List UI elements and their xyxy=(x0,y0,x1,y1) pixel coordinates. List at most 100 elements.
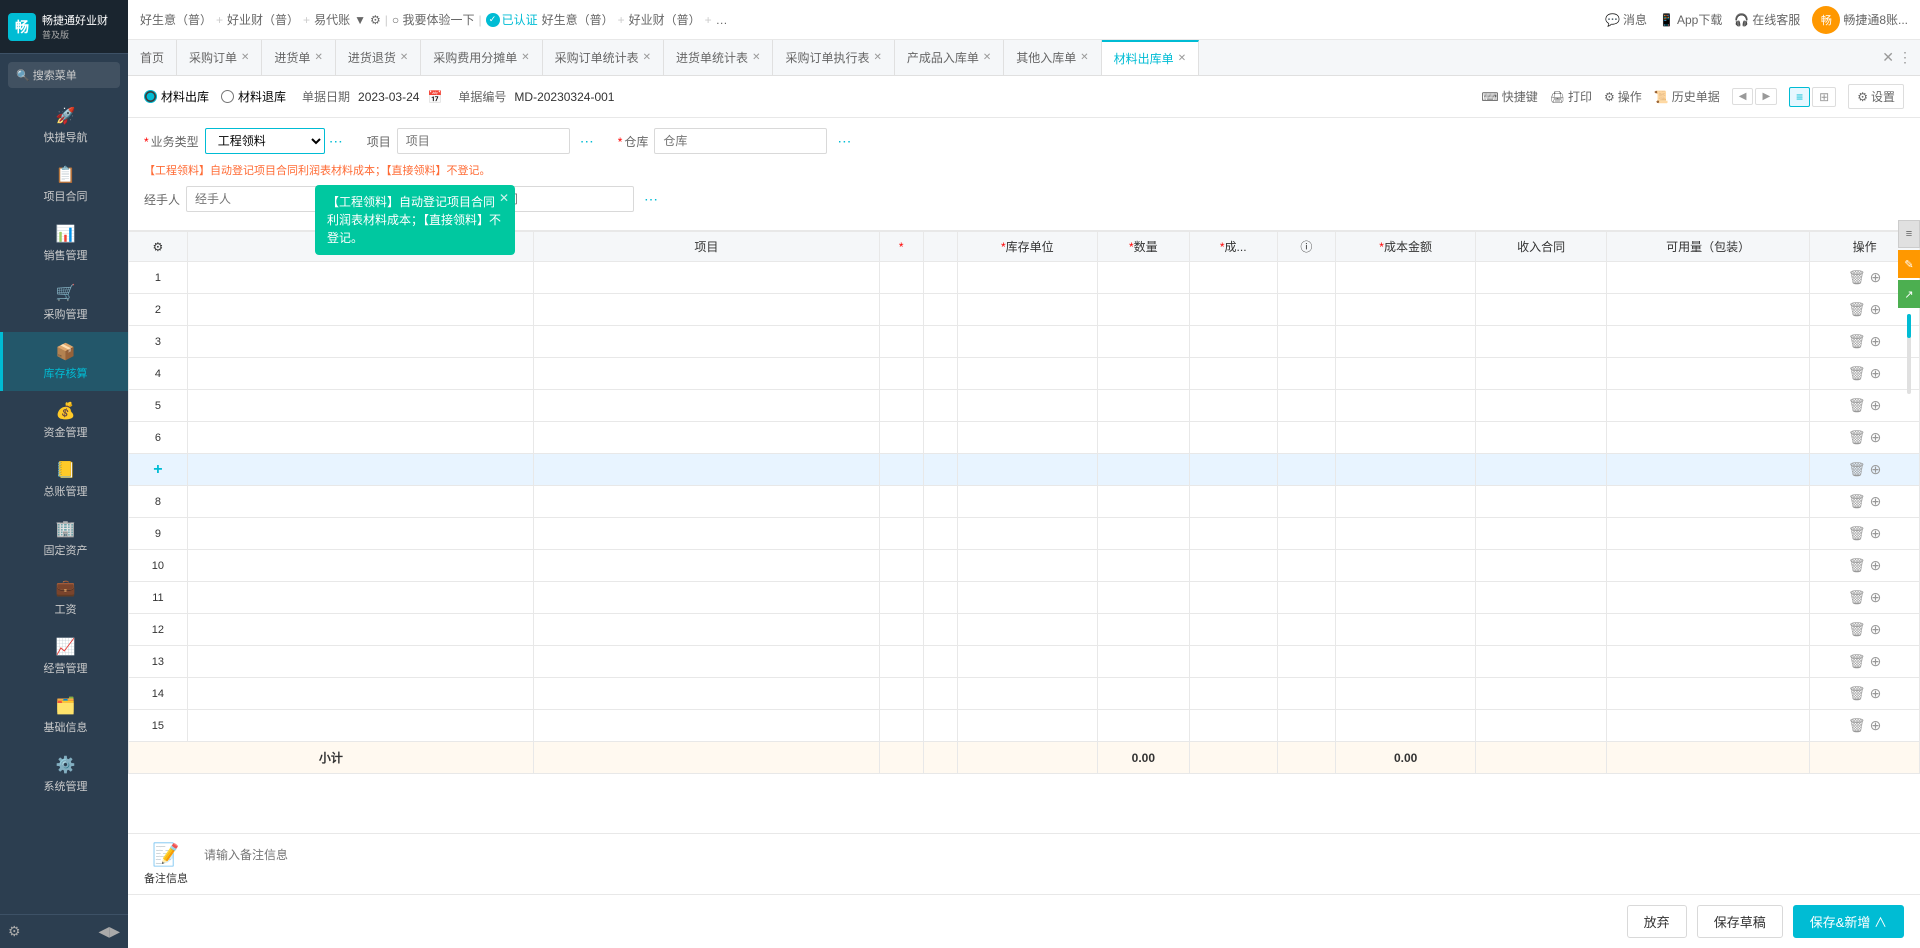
cell-item-code[interactable] xyxy=(879,422,923,454)
next-button[interactable]: ▶ xyxy=(1755,88,1777,105)
cell-quantity[interactable] xyxy=(1097,422,1189,454)
delete-icon[interactable]: 🗑 xyxy=(1848,333,1866,349)
cell-cost-amount[interactable] xyxy=(1336,518,1476,550)
cell-no[interactable] xyxy=(187,390,533,422)
topbar-settings-icon[interactable]: ⚙ xyxy=(370,13,381,27)
delete-icon[interactable]: 🗑 xyxy=(1848,589,1866,605)
cell-spec[interactable] xyxy=(923,262,957,294)
cell-spec[interactable] xyxy=(923,646,957,678)
cell-quantity[interactable] xyxy=(1097,326,1189,358)
copy-icon[interactable]: ⊕ xyxy=(1870,717,1882,733)
collapse-button[interactable]: ◀▶ xyxy=(98,923,120,940)
cell-project[interactable] xyxy=(533,358,879,390)
page-settings-button[interactable]: ⚙ 设置 xyxy=(1848,84,1904,109)
delete-icon[interactable]: 🗑 xyxy=(1848,621,1866,637)
copy-icon[interactable]: ⊕ xyxy=(1870,365,1882,381)
cell-cost-price[interactable] xyxy=(1189,710,1277,742)
cell-cost-amount[interactable] xyxy=(1336,646,1476,678)
delete-icon[interactable]: 🗑 xyxy=(1848,525,1866,541)
right-panel-btn2[interactable]: ✎ xyxy=(1898,250,1920,278)
copy-icon[interactable]: ⊕ xyxy=(1870,333,1882,349)
cell-unit[interactable] xyxy=(957,678,1097,710)
cell-cost-price[interactable] xyxy=(1189,486,1277,518)
sidebar-item-payroll[interactable]: 💼 工资 xyxy=(0,568,128,627)
cell-cost-amount[interactable] xyxy=(1336,678,1476,710)
message-button[interactable]: 💬 消息 xyxy=(1605,11,1647,28)
cell-quantity[interactable] xyxy=(1097,486,1189,518)
cell-project[interactable] xyxy=(533,390,879,422)
cell-income-contract[interactable] xyxy=(1476,710,1607,742)
cell-no[interactable] xyxy=(187,262,533,294)
search-menu-button[interactable]: 🔍 搜索菜单 xyxy=(8,62,120,88)
cell-spec[interactable] xyxy=(923,678,957,710)
copy-icon[interactable]: ⊕ xyxy=(1870,621,1882,637)
cell-quantity[interactable] xyxy=(1097,518,1189,550)
cell-unit[interactable] xyxy=(957,294,1097,326)
cell-unit[interactable] xyxy=(957,614,1097,646)
cell-no[interactable] xyxy=(187,550,533,582)
tab-product-instock[interactable]: 产成品入库单✕ xyxy=(895,40,1004,75)
close-tab-button[interactable]: ✕ xyxy=(1882,49,1894,66)
copy-icon[interactable]: ⊕ xyxy=(1870,429,1882,445)
delete-icon[interactable]: 🗑 xyxy=(1848,365,1866,381)
cell-cost-price[interactable] xyxy=(1189,422,1277,454)
cell-income-contract[interactable] xyxy=(1476,646,1607,678)
cell-spec[interactable] xyxy=(923,614,957,646)
cell-unit[interactable] xyxy=(957,486,1097,518)
cell-cost-price[interactable] xyxy=(1189,262,1277,294)
cell-item-code[interactable] xyxy=(879,518,923,550)
cell-no[interactable] xyxy=(187,422,533,454)
save-draft-button[interactable]: 保存草稿 xyxy=(1697,905,1783,938)
cell-unit-active[interactable] xyxy=(957,454,1097,486)
topbar-link-yidaizhang[interactable]: 易代账 xyxy=(314,11,350,28)
cell-item-code[interactable] xyxy=(879,678,923,710)
cell-item-active[interactable] xyxy=(879,454,923,486)
copy-icon[interactable]: ⊕ xyxy=(1870,589,1882,605)
warehouse-input[interactable] xyxy=(654,128,827,154)
cell-spec[interactable] xyxy=(923,582,957,614)
copy-icon[interactable]: ⊕ xyxy=(1870,461,1882,477)
cell-quantity[interactable] xyxy=(1097,294,1189,326)
tab-incoming-stat[interactable]: 进货单统计表✕ xyxy=(664,40,773,75)
warehouse-expand-icon[interactable]: ⋯ xyxy=(837,133,851,150)
cell-project[interactable] xyxy=(533,710,879,742)
delete-icon[interactable]: 🗑 xyxy=(1848,429,1866,445)
cell-project[interactable] xyxy=(533,550,879,582)
cell-cost-price[interactable] xyxy=(1189,294,1277,326)
delete-icon[interactable]: 🗑 xyxy=(1848,717,1866,733)
cell-unit[interactable] xyxy=(957,326,1097,358)
list-view-button[interactable]: ≡ xyxy=(1789,87,1810,107)
cell-project[interactable] xyxy=(533,486,879,518)
cell-income-contract[interactable] xyxy=(1476,550,1607,582)
delete-icon[interactable]: 🗑 xyxy=(1848,653,1866,669)
tab-close-icon[interactable]: ✕ xyxy=(521,52,529,63)
cell-item-code[interactable] xyxy=(879,646,923,678)
topbar-haoyecai2[interactable]: 好业财（普） xyxy=(629,11,701,28)
cell-cost-amount[interactable] xyxy=(1336,262,1476,294)
cell-project-active[interactable] xyxy=(533,454,879,486)
cell-unit[interactable] xyxy=(957,422,1097,454)
cell-no[interactable] xyxy=(187,486,533,518)
cell-item-code[interactable] xyxy=(879,294,923,326)
cell-spec[interactable] xyxy=(923,358,957,390)
business-type-select[interactable]: 工程领料 直接领料 xyxy=(205,128,325,154)
tab-other-instock[interactable]: 其他入库单✕ xyxy=(1004,40,1101,75)
cell-cost-price[interactable] xyxy=(1189,390,1277,422)
right-panel-btn3[interactable]: ↗ xyxy=(1898,280,1920,308)
cell-income-contract[interactable] xyxy=(1476,614,1607,646)
copy-icon[interactable]: ⊕ xyxy=(1870,685,1882,701)
cell-income-contract[interactable] xyxy=(1476,486,1607,518)
cell-project[interactable] xyxy=(533,262,879,294)
cell-cost-amount[interactable] xyxy=(1336,582,1476,614)
sidebar-item-system[interactable]: ⚙️ 系统管理 xyxy=(0,745,128,804)
cell-cost-price[interactable] xyxy=(1189,582,1277,614)
cell-quantity-active[interactable] xyxy=(1097,454,1189,486)
cell-cost-price[interactable] xyxy=(1189,518,1277,550)
more-tabs-button[interactable]: ⋮ xyxy=(1898,49,1912,66)
delete-icon[interactable]: 🗑 xyxy=(1848,461,1866,477)
right-panel-btn1[interactable]: ≡ xyxy=(1898,220,1920,248)
tab-purchase-exec[interactable]: 采购订单执行表✕ xyxy=(773,40,894,75)
user-avatar-area[interactable]: 畅 畅捷通8账... xyxy=(1812,6,1908,34)
tab-home[interactable]: 首页 xyxy=(128,40,177,75)
tab-close-icon[interactable]: ✕ xyxy=(643,52,651,63)
